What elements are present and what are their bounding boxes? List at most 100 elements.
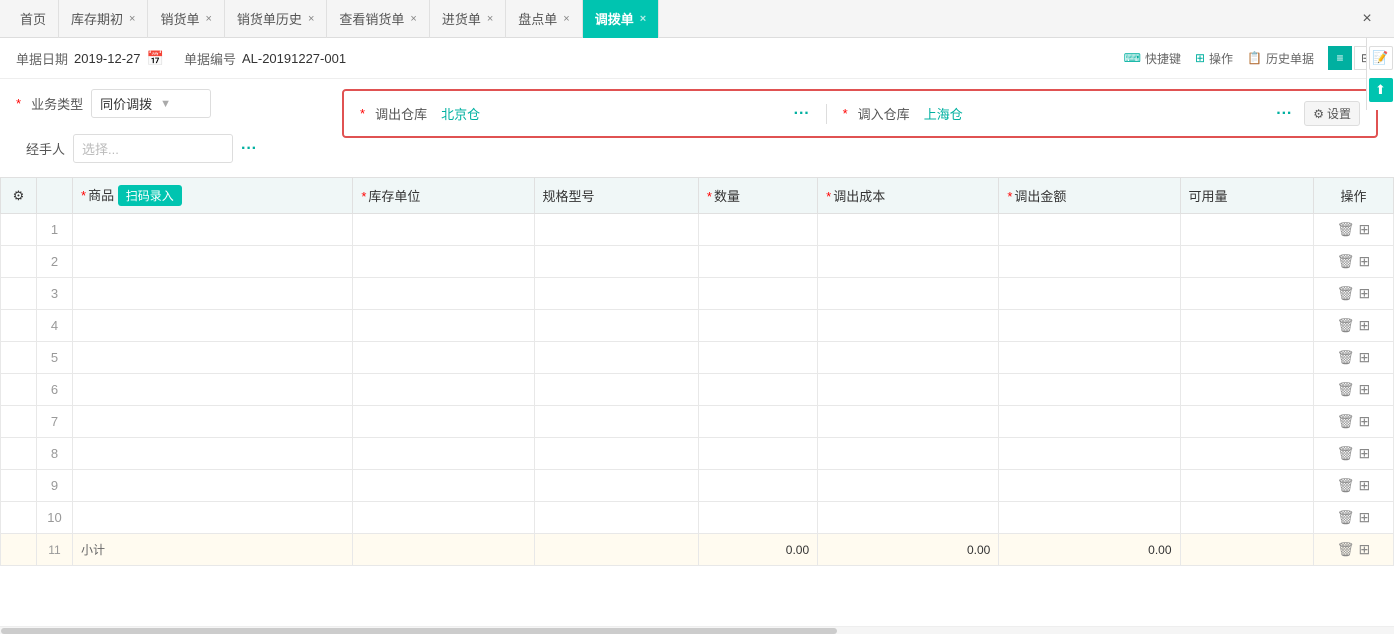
delete-icon[interactable]: 🗑 xyxy=(1337,349,1355,366)
delete-icon[interactable]: 🗑 xyxy=(1337,253,1355,270)
row-unit-9[interactable] xyxy=(353,470,534,502)
row-quantity-1[interactable] xyxy=(698,214,817,246)
row-spec-2[interactable] xyxy=(534,246,698,278)
transfer-in-more-btn[interactable]: ··· xyxy=(1276,105,1292,123)
row-quantity-10[interactable] xyxy=(698,502,817,534)
row-amount-8[interactable] xyxy=(999,438,1180,470)
row-product-2[interactable] xyxy=(73,246,353,278)
row-amount-7[interactable] xyxy=(999,406,1180,438)
row-spec-10[interactable] xyxy=(534,502,698,534)
delete-icon[interactable]: 🗑 xyxy=(1337,477,1355,494)
settings-icon[interactable]: ⚙ xyxy=(13,188,25,203)
tab-purchase-order[interactable]: 进货单 × xyxy=(430,0,506,38)
shortcuts-btn[interactable]: ⌨ 快捷键 xyxy=(1124,50,1181,67)
row-amount-2[interactable] xyxy=(999,246,1180,278)
close-icon[interactable]: × xyxy=(640,13,646,25)
row-unit-1[interactable] xyxy=(353,214,534,246)
row-cost-1[interactable] xyxy=(818,214,999,246)
close-icon[interactable]: × xyxy=(410,13,416,25)
row-unit-7[interactable] xyxy=(353,406,534,438)
column-settings-btn[interactable]: ⚙ 设置 xyxy=(1304,101,1360,126)
tab-view-sales[interactable]: 查看销货单 × xyxy=(327,0,429,38)
tab-transfer[interactable]: 调拨单 × xyxy=(583,0,659,38)
copy-icon[interactable]: ⊞ xyxy=(1359,221,1371,238)
row-product-6[interactable] xyxy=(73,374,353,406)
copy-icon[interactable]: ⊞ xyxy=(1359,445,1371,462)
row-product-4[interactable] xyxy=(73,310,353,342)
date-value[interactable]: 2019-12-27 xyxy=(74,51,141,66)
delete-icon[interactable]: 🗑 xyxy=(1337,381,1355,398)
row-spec-6[interactable] xyxy=(534,374,698,406)
layout-btn-list[interactable]: ≡ xyxy=(1328,46,1352,70)
delete-icon[interactable]: 🗑 xyxy=(1337,445,1355,462)
row-product-7[interactable] xyxy=(73,406,353,438)
sidebar-expand-icon[interactable]: ⬆ xyxy=(1369,78,1393,102)
row-quantity-9[interactable] xyxy=(698,470,817,502)
scrollbar-thumb[interactable] xyxy=(1,628,837,634)
close-icon[interactable]: × xyxy=(487,13,493,25)
row-amount-9[interactable] xyxy=(999,470,1180,502)
delete-icon[interactable]: 🗑 xyxy=(1337,221,1355,238)
sidebar-notes-icon[interactable]: 📝 xyxy=(1369,46,1393,70)
row-quantity-6[interactable] xyxy=(698,374,817,406)
handler-more-btn[interactable]: ··· xyxy=(241,140,257,158)
row-unit-5[interactable] xyxy=(353,342,534,374)
business-type-select[interactable]: 同价调拨 ▼ xyxy=(91,89,211,118)
row-quantity-5[interactable] xyxy=(698,342,817,374)
tab-sales-history[interactable]: 销货单历史 × xyxy=(225,0,327,38)
row-product-9[interactable] xyxy=(73,470,353,502)
close-icon[interactable]: × xyxy=(205,13,211,25)
row-product-3[interactable] xyxy=(73,278,353,310)
row-product-1[interactable] xyxy=(73,214,353,246)
row-cost-3[interactable] xyxy=(818,278,999,310)
row-unit-6[interactable] xyxy=(353,374,534,406)
close-icon[interactable]: × xyxy=(563,13,569,25)
row-cost-10[interactable] xyxy=(818,502,999,534)
operations-btn[interactable]: ⊞ 操作 xyxy=(1195,50,1233,67)
row-spec-7[interactable] xyxy=(534,406,698,438)
row-quantity-3[interactable] xyxy=(698,278,817,310)
close-icon[interactable]: × xyxy=(129,13,135,25)
copy-icon[interactable]: ⊞ xyxy=(1359,541,1371,558)
copy-icon[interactable]: ⊞ xyxy=(1359,317,1371,334)
copy-icon[interactable]: ⊞ xyxy=(1359,413,1371,430)
row-amount-5[interactable] xyxy=(999,342,1180,374)
copy-icon[interactable]: ⊞ xyxy=(1359,253,1371,270)
tab-home[interactable]: 首页 xyxy=(8,0,59,38)
tab-inventory-check[interactable]: 盘点单 × xyxy=(506,0,582,38)
copy-icon[interactable]: ⊞ xyxy=(1359,349,1371,366)
copy-icon[interactable]: ⊞ xyxy=(1359,509,1371,526)
row-unit-10[interactable] xyxy=(353,502,534,534)
row-cost-7[interactable] xyxy=(818,406,999,438)
row-product-8[interactable] xyxy=(73,438,353,470)
row-unit-8[interactable] xyxy=(353,438,534,470)
delete-icon[interactable]: 🗑 xyxy=(1337,285,1355,302)
delete-icon[interactable]: 🗑 xyxy=(1337,317,1355,334)
row-cost-4[interactable] xyxy=(818,310,999,342)
row-product-10[interactable] xyxy=(73,502,353,534)
row-unit-4[interactable] xyxy=(353,310,534,342)
horizontal-scrollbar[interactable] xyxy=(0,626,1394,634)
close-icon[interactable]: × xyxy=(308,13,314,25)
row-cost-9[interactable] xyxy=(818,470,999,502)
row-spec-1[interactable] xyxy=(534,214,698,246)
row-spec-4[interactable] xyxy=(534,310,698,342)
row-spec-8[interactable] xyxy=(534,438,698,470)
copy-icon[interactable]: ⊞ xyxy=(1359,381,1371,398)
row-quantity-7[interactable] xyxy=(698,406,817,438)
handler-select[interactable]: 选择... xyxy=(73,134,233,163)
tab-inventory-init[interactable]: 库存期初 × xyxy=(59,0,148,38)
row-amount-4[interactable] xyxy=(999,310,1180,342)
row-unit-3[interactable] xyxy=(353,278,534,310)
row-product-5[interactable] xyxy=(73,342,353,374)
row-amount-10[interactable] xyxy=(999,502,1180,534)
delete-icon[interactable]: 🗑 xyxy=(1337,413,1355,430)
row-cost-5[interactable] xyxy=(818,342,999,374)
row-spec-5[interactable] xyxy=(534,342,698,374)
row-spec-9[interactable] xyxy=(534,470,698,502)
row-spec-3[interactable] xyxy=(534,278,698,310)
window-close-button[interactable]: × xyxy=(1348,0,1386,38)
row-quantity-4[interactable] xyxy=(698,310,817,342)
transfer-in-value[interactable]: 上海仓 xyxy=(924,104,1004,123)
row-quantity-2[interactable] xyxy=(698,246,817,278)
